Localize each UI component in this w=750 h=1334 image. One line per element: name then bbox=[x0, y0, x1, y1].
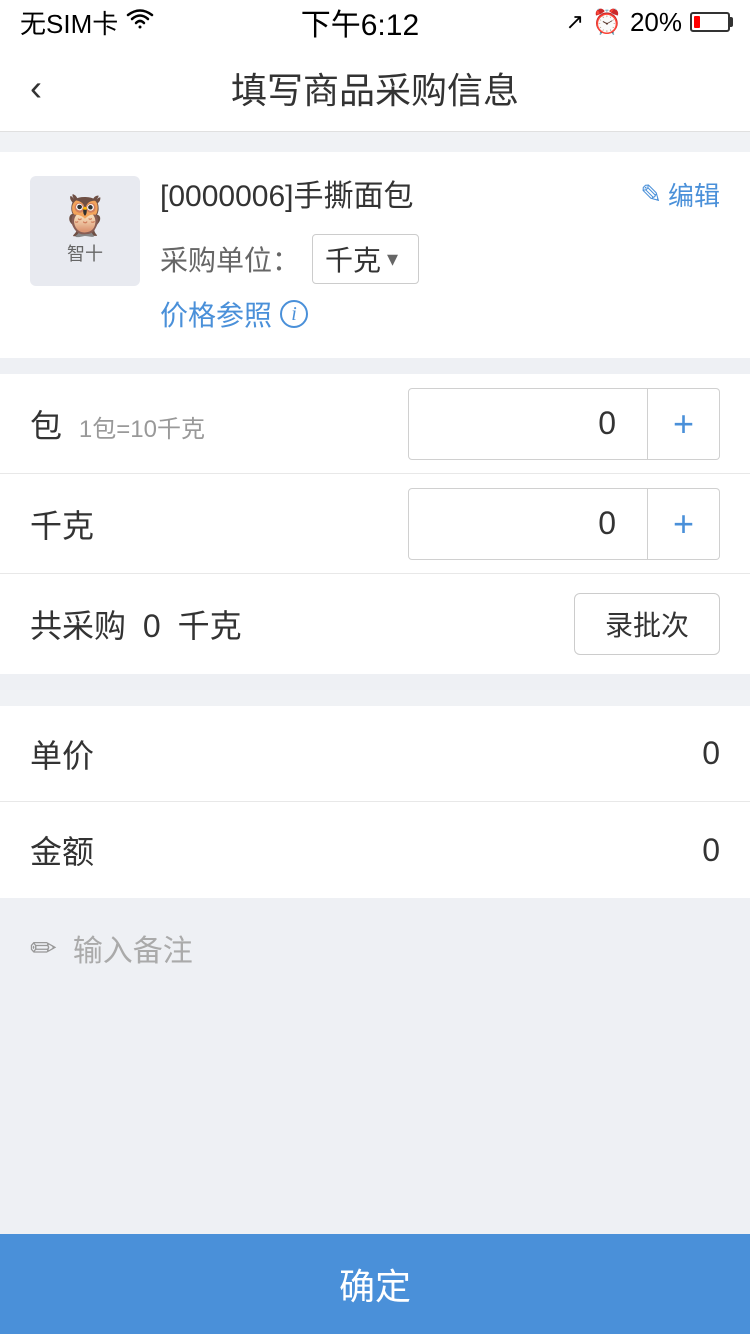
kg-plus-button[interactable]: + bbox=[648, 488, 720, 560]
unit-price-row: 单价 0 bbox=[0, 706, 750, 802]
kg-input-control: + bbox=[408, 488, 720, 560]
summary-prefix: 共采购 bbox=[30, 608, 126, 644]
package-input-control: + bbox=[408, 388, 720, 460]
status-left: 无SIM卡 bbox=[20, 4, 154, 41]
alarm-icon: ⏰ bbox=[592, 8, 622, 37]
unit-selector[interactable]: 千克 ▾ bbox=[312, 234, 419, 284]
price-reference-row: 价格参照 i bbox=[160, 294, 720, 334]
product-card: 🦉 智十 [0000006]手撕面包 采购单位： 千克 ▾ 价格参照 i ✎ 编… bbox=[0, 152, 750, 358]
price-section: 单价 0 金额 0 bbox=[0, 706, 750, 898]
product-thumb-text: 智十 bbox=[67, 240, 103, 266]
amount-value: 0 bbox=[702, 832, 720, 869]
status-right: ↗ ⏰ 20% bbox=[566, 7, 730, 38]
amount-label: 金额 bbox=[30, 827, 94, 873]
package-label-group: 包 1包=10千克 bbox=[30, 401, 408, 447]
package-sublabel: 1包=10千克 bbox=[79, 416, 205, 443]
package-input-row: 包 1包=10千克 + bbox=[0, 374, 750, 474]
package-plus-button[interactable]: + bbox=[648, 388, 720, 460]
product-thumbnail: 🦉 智十 bbox=[30, 176, 140, 286]
confirm-bar[interactable]: 确定 bbox=[0, 1234, 750, 1334]
price-ref-help-icon[interactable]: i bbox=[280, 300, 308, 328]
price-ref-label[interactable]: 价格参照 bbox=[160, 294, 272, 334]
product-name: [0000006]手撕面包 bbox=[160, 176, 720, 218]
status-time: 下午6:12 bbox=[301, 0, 419, 44]
input-section: 包 1包=10千克 + 千克 + 共采购 0 千克 录批次 bbox=[0, 374, 750, 674]
nav-bar: ‹ 填写商品采购信息 bbox=[0, 44, 750, 132]
unit-price-value: 0 bbox=[702, 735, 720, 772]
kg-input-row: 千克 + bbox=[0, 474, 750, 574]
remark-icon: ✏ bbox=[30, 929, 57, 967]
amount-row: 金额 0 bbox=[0, 802, 750, 898]
product-info: [0000006]手撕面包 采购单位： 千克 ▾ 价格参照 i bbox=[160, 176, 720, 334]
confirm-button-label: 确定 bbox=[339, 1258, 411, 1310]
battery-icon bbox=[690, 12, 730, 32]
back-button[interactable]: ‹ bbox=[30, 67, 42, 109]
location-icon: ↗ bbox=[566, 9, 584, 35]
batch-record-button[interactable]: 录批次 bbox=[574, 593, 720, 655]
battery-percent: 20% bbox=[630, 7, 682, 38]
remark-placeholder: 输入备注 bbox=[73, 926, 193, 970]
section-divider-2 bbox=[0, 674, 750, 690]
unit-price-label: 单价 bbox=[30, 731, 94, 777]
summary-unit: 千克 bbox=[178, 608, 242, 644]
edit-button[interactable]: ✎ 编辑 bbox=[640, 176, 720, 213]
section-divider-1 bbox=[0, 358, 750, 374]
product-thumb-icon: 🦉 bbox=[60, 196, 110, 236]
remark-section[interactable]: ✏ 输入备注 bbox=[0, 898, 750, 998]
wifi-signal bbox=[126, 7, 154, 38]
unit-dropdown-arrow: ▾ bbox=[387, 246, 398, 272]
package-label: 包 bbox=[30, 408, 62, 444]
kg-label: 千克 bbox=[30, 501, 408, 547]
product-unit-row: 采购单位： 千克 ▾ bbox=[160, 234, 720, 284]
edit-label: 编辑 bbox=[668, 176, 720, 213]
carrier-label: 无SIM卡 bbox=[20, 4, 118, 41]
package-input[interactable] bbox=[408, 388, 648, 460]
summary-row: 共采购 0 千克 录批次 bbox=[0, 574, 750, 674]
page-title: 填写商品采购信息 bbox=[231, 62, 519, 114]
summary-text: 共采购 0 千克 bbox=[30, 601, 242, 647]
unit-label-text: 采购单位： bbox=[160, 239, 300, 279]
unit-value: 千克 bbox=[325, 239, 381, 279]
kg-input[interactable] bbox=[408, 488, 648, 560]
edit-icon: ✎ bbox=[640, 179, 662, 210]
status-bar: 无SIM卡 下午6:12 ↗ ⏰ 20% bbox=[0, 0, 750, 44]
summary-amount: 0 bbox=[143, 608, 161, 644]
